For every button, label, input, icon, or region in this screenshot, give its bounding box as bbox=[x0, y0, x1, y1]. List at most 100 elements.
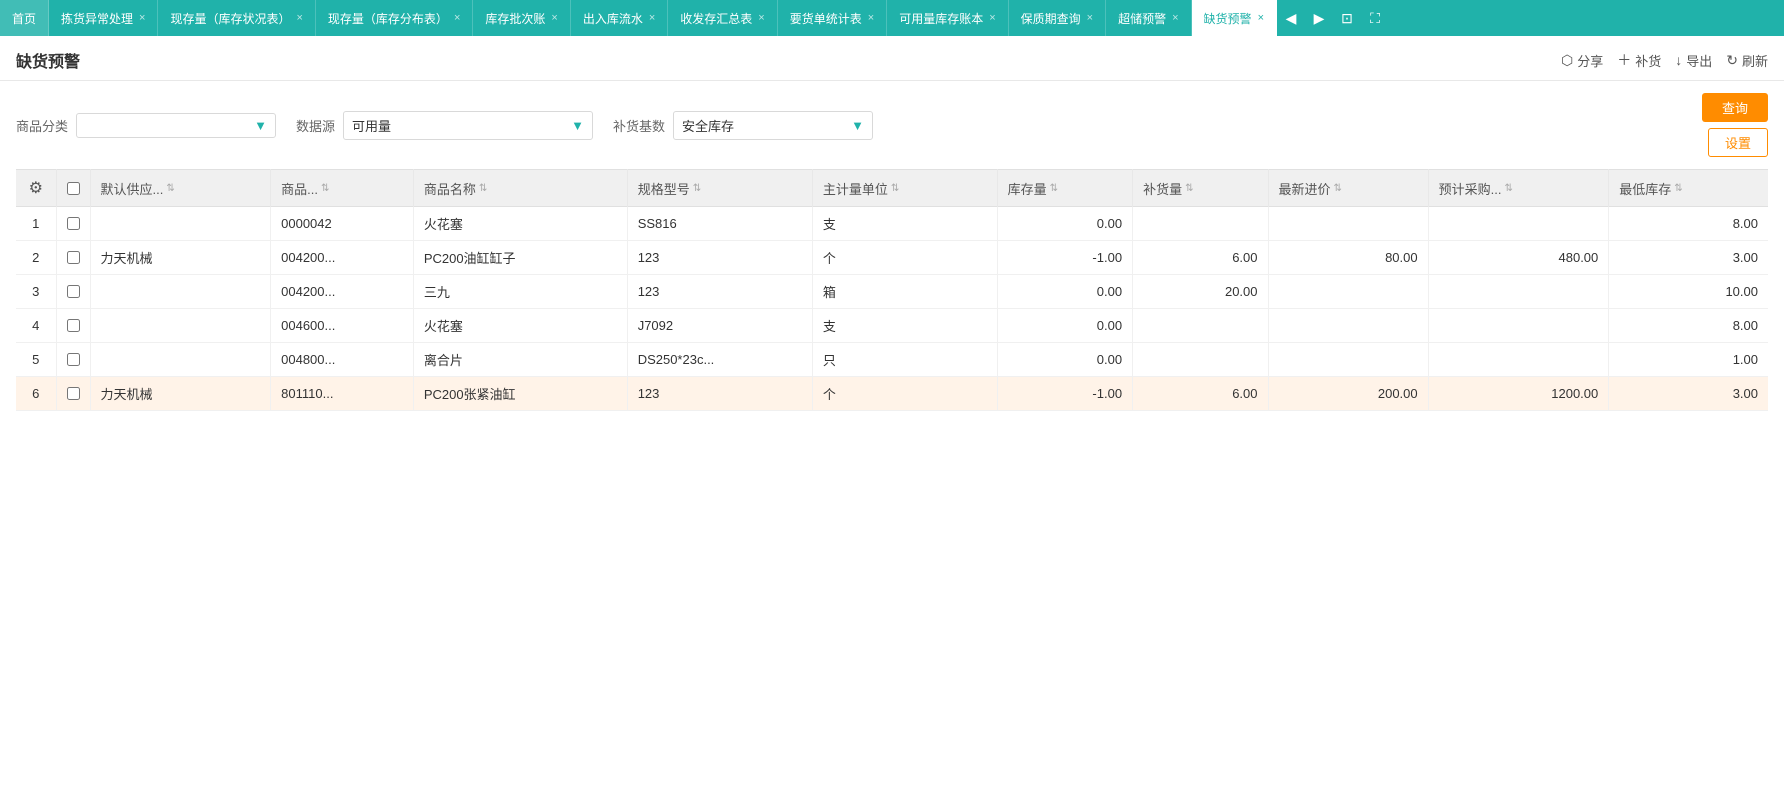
datasource-dropdown-icon: ▼ bbox=[571, 118, 584, 133]
tab-close-order-stats[interactable]: × bbox=[868, 12, 874, 24]
row-est-purchase-3 bbox=[1428, 275, 1609, 309]
row-latest-price-4 bbox=[1268, 309, 1428, 343]
tab-overstock[interactable]: 超储预警 × bbox=[1106, 0, 1191, 36]
row-num-1: 1 bbox=[16, 207, 56, 241]
row-code-2: 004200... bbox=[271, 241, 414, 275]
sort-name-icon: ⇅ bbox=[479, 183, 487, 194]
row-supplier-2: 力天机械 bbox=[90, 241, 271, 275]
col-replenish-header: 补货量 ⇅ bbox=[1133, 170, 1268, 207]
row-latest-price-3 bbox=[1268, 275, 1428, 309]
row-check-5[interactable] bbox=[67, 353, 80, 366]
col-checkbox bbox=[56, 170, 90, 207]
share-button[interactable]: ⬡ 分享 bbox=[1561, 51, 1603, 70]
refresh-button[interactable]: ↻ 刷新 bbox=[1726, 51, 1768, 70]
row-check-2[interactable] bbox=[67, 251, 80, 264]
tab-summary[interactable]: 收发存汇总表 × bbox=[668, 0, 777, 36]
sort-latest-price-icon: ⇅ bbox=[1334, 183, 1342, 194]
row-spec-6: 123 bbox=[627, 377, 812, 411]
row-num-5: 5 bbox=[16, 343, 56, 377]
tab-shelf-life[interactable]: 保质期查询 × bbox=[1009, 0, 1106, 36]
tab-close-batch[interactable]: × bbox=[551, 12, 557, 24]
tab-close-inout[interactable]: × bbox=[649, 12, 655, 24]
row-code-4: 004600... bbox=[271, 309, 414, 343]
row-code-6: 801110... bbox=[271, 377, 414, 411]
tab-restore-button[interactable]: ⊡ bbox=[1333, 0, 1361, 36]
col-code-header: 商品... ⇅ bbox=[271, 170, 414, 207]
tab-close-picking[interactable]: × bbox=[139, 12, 145, 24]
row-checkbox-2[interactable] bbox=[56, 241, 90, 275]
tab-close-stock-dist[interactable]: × bbox=[454, 12, 460, 24]
col-stock-header: 库存量 ⇅ bbox=[997, 170, 1132, 207]
row-min-stock-1: 8.00 bbox=[1609, 207, 1768, 241]
select-all-checkbox[interactable] bbox=[67, 182, 80, 195]
row-est-purchase-6: 1200.00 bbox=[1428, 377, 1609, 411]
tab-home[interactable]: 首页 bbox=[0, 0, 49, 36]
row-stock-4: 0.00 bbox=[997, 309, 1132, 343]
tab-picking[interactable]: 拣货异常处理 × bbox=[49, 0, 158, 36]
row-check-1[interactable] bbox=[67, 217, 80, 230]
tab-next-button[interactable]: ▶ bbox=[1305, 0, 1333, 36]
table-row: 1 0000042 火花塞 SS816 支 0.00 8.00 bbox=[16, 207, 1768, 241]
tab-batch[interactable]: 库存批次账 × bbox=[473, 0, 570, 36]
row-stock-5: 0.00 bbox=[997, 343, 1132, 377]
tab-close-shortage[interactable]: × bbox=[1258, 12, 1264, 24]
category-select[interactable]: ▼ bbox=[76, 113, 276, 138]
row-name-3: 三九 bbox=[413, 275, 627, 309]
sort-unit-icon: ⇅ bbox=[891, 183, 899, 194]
tab-order-stats[interactable]: 要货单统计表 × bbox=[778, 0, 887, 36]
page-title: 缺货预警 bbox=[16, 48, 80, 72]
row-checkbox-3[interactable] bbox=[56, 275, 90, 309]
row-spec-5: DS250*23c... bbox=[627, 343, 812, 377]
page-header: 缺货预警 ⬡ 分享 ＋ 补货 ↓ 导出 ↻ 刷新 bbox=[0, 36, 1784, 81]
col-name-header: 商品名称 ⇅ bbox=[413, 170, 627, 207]
tab-close-available[interactable]: × bbox=[989, 12, 995, 24]
tab-fullscreen-button[interactable]: ⛶ bbox=[1361, 0, 1389, 36]
datasource-select[interactable]: 可用量 ▼ bbox=[343, 111, 593, 140]
tab-stock-status[interactable]: 现存量（库存状况表） × bbox=[158, 0, 315, 36]
row-min-stock-3: 10.00 bbox=[1609, 275, 1768, 309]
row-name-2: PC200油缸缸子 bbox=[413, 241, 627, 275]
tab-prev-button[interactable]: ◀ bbox=[1277, 0, 1305, 36]
data-table: ⚙ 默认供应... ⇅ bbox=[16, 169, 1768, 411]
sort-code-icon: ⇅ bbox=[321, 183, 329, 194]
tab-stock-dist[interactable]: 现存量（库存分布表） × bbox=[316, 0, 473, 36]
sort-min-stock-icon: ⇅ bbox=[1674, 183, 1682, 194]
query-button[interactable]: 查询 bbox=[1702, 93, 1768, 122]
row-est-purchase-1 bbox=[1428, 207, 1609, 241]
export-button[interactable]: ↓ 导出 bbox=[1675, 51, 1712, 70]
sort-replenish-icon: ⇅ bbox=[1185, 183, 1193, 194]
tab-available[interactable]: 可用量库存账本 × bbox=[887, 0, 1008, 36]
tab-close-summary[interactable]: × bbox=[758, 12, 764, 24]
row-checkbox-5[interactable] bbox=[56, 343, 90, 377]
share-icon: ⬡ bbox=[1561, 52, 1573, 69]
row-checkbox-6[interactable] bbox=[56, 377, 90, 411]
col-spec-header: 规格型号 ⇅ bbox=[627, 170, 812, 207]
row-min-stock-2: 3.00 bbox=[1609, 241, 1768, 275]
row-check-6[interactable] bbox=[67, 387, 80, 400]
filter-bar: 商品分类 ▼ 数据源 可用量 ▼ 补货基数 安全库存 ▼ 查询 设置 bbox=[0, 81, 1784, 169]
row-checkbox-1[interactable] bbox=[56, 207, 90, 241]
row-code-3: 004200... bbox=[271, 275, 414, 309]
page-container: 缺货预警 ⬡ 分享 ＋ 补货 ↓ 导出 ↻ 刷新 商品分类 bbox=[0, 36, 1784, 796]
row-stock-1: 0.00 bbox=[997, 207, 1132, 241]
table-gear-button[interactable]: ⚙ bbox=[29, 178, 43, 198]
setting-button[interactable]: 设置 bbox=[1708, 128, 1768, 157]
category-filter-group: 商品分类 ▼ bbox=[16, 113, 276, 138]
row-unit-6: 个 bbox=[812, 377, 997, 411]
tab-close-overstock[interactable]: × bbox=[1172, 12, 1178, 24]
row-unit-1: 支 bbox=[812, 207, 997, 241]
replenish-base-select[interactable]: 安全库存 ▼ bbox=[673, 111, 873, 140]
col-supplier-header: 默认供应... ⇅ bbox=[90, 170, 271, 207]
tab-close-shelf-life[interactable]: × bbox=[1087, 12, 1093, 24]
row-checkbox-4[interactable] bbox=[56, 309, 90, 343]
tab-inout[interactable]: 出入库流水 × bbox=[571, 0, 668, 36]
tab-close-stock-status[interactable]: × bbox=[296, 12, 302, 24]
tab-shortage[interactable]: 缺货预警 × bbox=[1192, 0, 1277, 36]
row-check-4[interactable] bbox=[67, 319, 80, 332]
row-supplier-1 bbox=[90, 207, 271, 241]
row-spec-1: SS816 bbox=[627, 207, 812, 241]
row-check-3[interactable] bbox=[67, 285, 80, 298]
tab-bar: 首页 拣货异常处理 × 现存量（库存状况表） × 现存量（库存分布表） × 库存… bbox=[0, 0, 1784, 36]
table-header-row: ⚙ 默认供应... ⇅ bbox=[16, 170, 1768, 207]
replenish-button[interactable]: ＋ 补货 bbox=[1617, 50, 1661, 70]
